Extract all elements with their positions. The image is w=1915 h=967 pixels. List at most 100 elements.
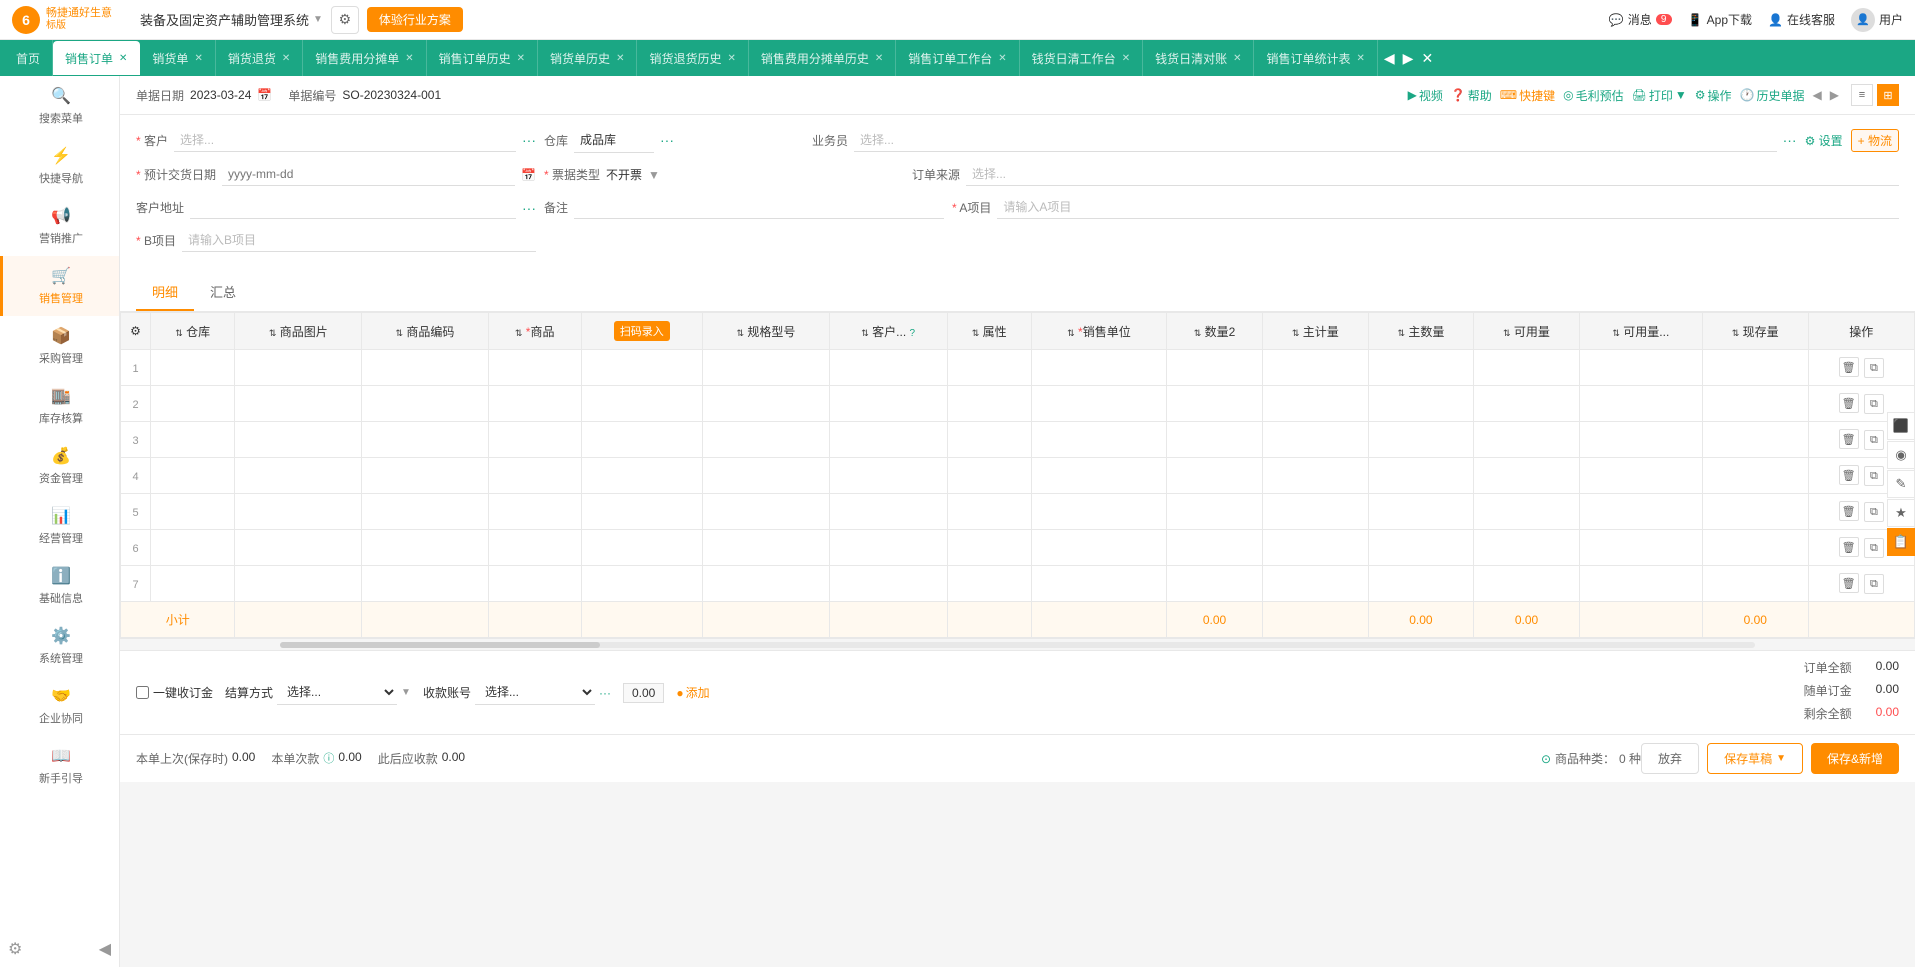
sidebar-item-system[interactable]: ⚙️ 系统管理 bbox=[0, 616, 119, 676]
a-project-input[interactable] bbox=[997, 196, 1899, 219]
note-input[interactable] bbox=[574, 196, 944, 219]
scroll-track[interactable] bbox=[280, 642, 1755, 648]
order-source-input[interactable] bbox=[966, 163, 1899, 186]
tab-sales-bill[interactable]: 销货单 ✕ bbox=[140, 40, 215, 76]
scroll-thumb[interactable] bbox=[280, 642, 600, 648]
tab-reconcile[interactable]: 钱货日清对账 ✕ bbox=[1143, 40, 1254, 76]
sidebar-item-basic-info[interactable]: ℹ️ 基础信息 bbox=[0, 556, 119, 616]
delete-row-button[interactable]: 🗑 bbox=[1839, 501, 1859, 521]
calendar2-icon[interactable]: 📅 bbox=[521, 168, 536, 182]
copy-row-button[interactable]: ⧉ bbox=[1864, 394, 1884, 414]
tab-detail[interactable]: 明细 bbox=[136, 274, 194, 311]
sidebar-item-enterprise[interactable]: 🤝 企业协同 bbox=[0, 676, 119, 736]
operation-button[interactable]: ⚙ 操作 bbox=[1695, 87, 1732, 104]
scroll-bar[interactable] bbox=[120, 638, 1915, 650]
delete-row-button[interactable]: 🗑 bbox=[1839, 465, 1859, 485]
sidebar-item-marketing[interactable]: 📢 营销推广 bbox=[0, 196, 119, 256]
tab-sales-order[interactable]: 销售订单 ✕ bbox=[53, 41, 140, 75]
close-icon[interactable]: ✕ bbox=[1233, 53, 1241, 64]
calendar-icon[interactable]: 📅 bbox=[257, 88, 272, 102]
delivery-date-input[interactable] bbox=[222, 163, 515, 186]
history-button[interactable]: 🕐 历史单据 bbox=[1740, 87, 1805, 104]
close-icon[interactable]: ✕ bbox=[119, 53, 127, 64]
delete-row-button[interactable]: 🗑 bbox=[1839, 537, 1859, 557]
invoice-dropdown-icon[interactable]: ▼ bbox=[648, 168, 660, 182]
customer-input[interactable] bbox=[174, 129, 516, 152]
add-material-button[interactable]: + 物流 bbox=[1851, 129, 1899, 152]
nav-next-icon[interactable]: ▶ bbox=[1830, 88, 1839, 102]
grid-view-button[interactable]: ⊞ bbox=[1877, 84, 1899, 106]
b-project-input[interactable] bbox=[182, 229, 536, 252]
settings-bottom-icon[interactable]: ⚙ bbox=[8, 939, 22, 959]
sidebar-item-operations[interactable]: 📊 经营管理 bbox=[0, 496, 119, 556]
tab-order-history[interactable]: 销售订单历史 ✕ bbox=[427, 40, 538, 76]
salesperson-input[interactable] bbox=[854, 129, 1777, 152]
scan-button[interactable]: 扫码录入 bbox=[614, 321, 670, 341]
bank-dots-button[interactable]: ··· bbox=[599, 686, 611, 700]
one-key-checkout-label[interactable]: 一键收订金 bbox=[136, 684, 213, 701]
shortcut-button[interactable]: ⌨ 快捷键 bbox=[1500, 87, 1555, 104]
help-button[interactable]: ❓ 帮助 bbox=[1451, 87, 1492, 104]
list-view-button[interactable]: ≡ bbox=[1851, 84, 1873, 106]
save-new-button[interactable]: 保存&新增 bbox=[1811, 743, 1899, 774]
delete-row-button[interactable]: 🗑 bbox=[1839, 429, 1859, 449]
copy-row-button[interactable]: ⧉ bbox=[1864, 538, 1884, 558]
copy-row-button[interactable]: ⧉ bbox=[1864, 502, 1884, 522]
settings-link[interactable]: ⚙ 设置 bbox=[1805, 129, 1843, 152]
tab-summary[interactable]: 汇总 bbox=[194, 274, 252, 311]
tab-bill-history[interactable]: 销货单历史 ✕ bbox=[538, 40, 637, 76]
close-icon[interactable]: ✕ bbox=[727, 53, 735, 64]
copy-row-button[interactable]: ⧉ bbox=[1864, 430, 1884, 450]
close-icon[interactable]: ✕ bbox=[517, 53, 525, 64]
industry-solution-button[interactable]: 体验行业方案 bbox=[367, 7, 463, 32]
bank-account-select[interactable]: 选择... bbox=[475, 680, 595, 705]
close-icon[interactable]: ✕ bbox=[1357, 53, 1365, 64]
sidebar-item-guide[interactable]: 📖 新手引导 bbox=[0, 736, 119, 796]
copy-row-button[interactable]: ⧉ bbox=[1864, 358, 1884, 378]
tab-stats[interactable]: 销售订单统计表 ✕ bbox=[1254, 40, 1377, 76]
tab-return-history[interactable]: 销货退货历史 ✕ bbox=[637, 40, 748, 76]
sidebar-item-inventory[interactable]: 🏬 库存核算 bbox=[0, 376, 119, 436]
right-panel-btn-3[interactable]: ✎ bbox=[1887, 470, 1915, 498]
add-payment-button[interactable]: ● 添加 bbox=[676, 684, 709, 701]
tab-fee-history[interactable]: 销售费用分摊单历史 ✕ bbox=[749, 40, 896, 76]
warehouse-dots-button[interactable]: ··· bbox=[660, 132, 674, 148]
user-menu[interactable]: 👤 用户 bbox=[1851, 8, 1903, 32]
close-icon[interactable]: ✕ bbox=[194, 53, 202, 64]
copy-row-button[interactable]: ⧉ bbox=[1864, 466, 1884, 486]
tab-daily-clear[interactable]: 钱货日清工作台 ✕ bbox=[1020, 40, 1143, 76]
tab-sales-return[interactable]: 销货退货 ✕ bbox=[216, 40, 303, 76]
right-panel-btn-1[interactable]: ⬛ bbox=[1887, 412, 1915, 440]
copy-row-button[interactable]: ⧉ bbox=[1864, 574, 1884, 594]
close-icon[interactable]: ✕ bbox=[875, 53, 883, 64]
sidebar-item-search[interactable]: 🔍 搜索菜单 bbox=[0, 76, 119, 136]
online-service-button[interactable]: 👤 在线客服 bbox=[1768, 11, 1835, 28]
right-panel-btn-4[interactable]: ★ bbox=[1887, 499, 1915, 527]
tab-home[interactable]: 首页 bbox=[4, 40, 53, 76]
close-icon[interactable]: ✕ bbox=[616, 53, 624, 64]
system-title[interactable]: 装备及固定资产辅助管理系统 ▼ bbox=[140, 10, 323, 29]
message-button[interactable]: 💬 消息 9 bbox=[1609, 11, 1672, 28]
tab-order-workbench[interactable]: 销售订单工作台 ✕ bbox=[896, 40, 1019, 76]
discard-button[interactable]: 放弃 bbox=[1641, 743, 1699, 774]
delete-row-button[interactable]: 🗑 bbox=[1839, 573, 1859, 593]
collapse-sidebar-icon[interactable]: ◀ bbox=[99, 939, 111, 959]
close-icon[interactable]: ✕ bbox=[1122, 53, 1130, 64]
address-dots-button[interactable]: ··· bbox=[522, 200, 536, 216]
sidebar-item-quick-nav[interactable]: ⚡ 快捷导航 bbox=[0, 136, 119, 196]
sidebar-item-sales[interactable]: 🛒 销售管理 bbox=[0, 256, 119, 316]
nav-prev-arrow[interactable]: ◀ bbox=[1380, 50, 1399, 67]
app-download-button[interactable]: 📱 App下载 bbox=[1688, 11, 1752, 28]
col-settings[interactable]: ⚙ bbox=[121, 313, 151, 350]
profit-button[interactable]: ◎ 毛利预估 bbox=[1563, 87, 1624, 104]
close-icon[interactable]: ✕ bbox=[998, 53, 1006, 64]
delete-row-button[interactable]: 🗑 bbox=[1839, 393, 1859, 413]
nav-prev-icon[interactable]: ◀ bbox=[1813, 88, 1822, 102]
save-draft-button[interactable]: 保存草稿 ▼ bbox=[1707, 743, 1803, 774]
nav-close-all[interactable]: ✕ bbox=[1417, 50, 1437, 67]
save-draft-chevron[interactable]: ▼ bbox=[1776, 753, 1786, 764]
sidebar-item-purchase[interactable]: 📦 采购管理 bbox=[0, 316, 119, 376]
column-settings-icon[interactable]: ⚙ bbox=[130, 324, 141, 338]
right-panel-btn-5[interactable]: 📋 bbox=[1887, 528, 1915, 556]
customer-dots-button[interactable]: ··· bbox=[522, 132, 536, 148]
